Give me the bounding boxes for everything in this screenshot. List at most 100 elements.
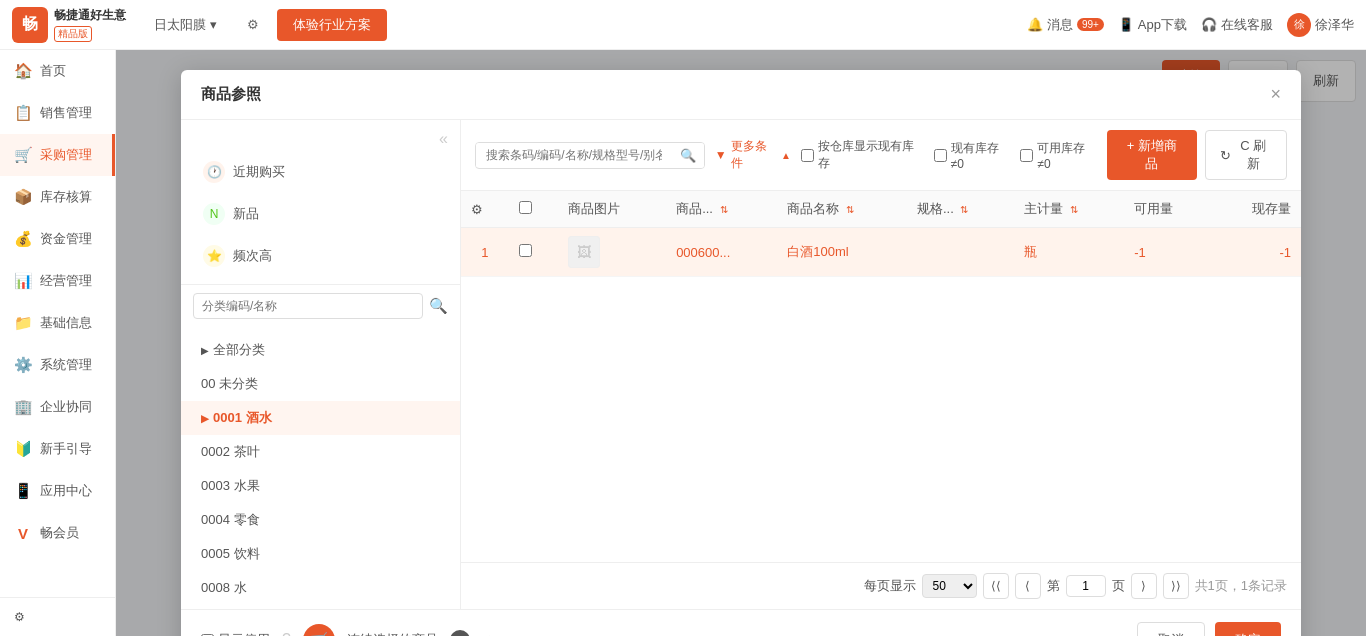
- per-page-select[interactable]: 50 20 100: [922, 574, 977, 598]
- col-checkbox[interactable]: [509, 191, 558, 228]
- product-search-wrap: 🔍: [475, 142, 705, 169]
- cancel-button[interactable]: 取消: [1137, 622, 1205, 636]
- warehouse-checkbox[interactable]: [801, 149, 814, 162]
- cell-code: 000600...: [666, 228, 777, 277]
- frequent-icon: ⭐: [203, 245, 225, 267]
- table-row[interactable]: 1 🖼 000600... 白酒100ml: [461, 228, 1301, 277]
- available-stock-checkbox[interactable]: [1020, 149, 1033, 162]
- cart-icon[interactable]: 🛒: [303, 624, 335, 636]
- category-00[interactable]: 00 未分类: [181, 367, 460, 401]
- purchase-icon: 🛒: [14, 146, 32, 164]
- category-0008[interactable]: 0008 水: [181, 571, 460, 605]
- category-search-input[interactable]: [193, 293, 423, 319]
- page-number-input[interactable]: [1066, 575, 1106, 597]
- help-icon[interactable]: ?: [282, 631, 291, 636]
- sidebar-item-member[interactable]: V 畅会员: [0, 512, 115, 554]
- system-icon: ⚙️: [14, 356, 32, 374]
- product-search-icon[interactable]: 🔍: [672, 143, 704, 168]
- col-settings[interactable]: ⚙: [461, 191, 509, 228]
- col-available: 可用量: [1124, 191, 1212, 228]
- select-all-checkbox[interactable]: [519, 201, 532, 214]
- right-panel: 🔍 ▼ 更多条件 ▲ 按仓库显示现有库存: [461, 120, 1301, 609]
- category-0005[interactable]: 0005 饮料: [181, 537, 460, 571]
- user-menu-button[interactable]: 徐 徐泽华: [1287, 13, 1354, 37]
- settings-icon[interactable]: ⚙: [237, 9, 269, 41]
- next-page-button[interactable]: ⟩: [1131, 573, 1157, 599]
- sidebar-item-home[interactable]: 🏠 首页: [0, 50, 115, 92]
- sidebar-item-guide[interactable]: 🔰 新手引导: [0, 428, 115, 470]
- sidebar-item-label: 首页: [40, 62, 66, 80]
- sort-icon: ⇅: [720, 204, 728, 215]
- online-service-button[interactable]: 🎧 在线客服: [1201, 16, 1273, 34]
- show-disabled-checkbox-label[interactable]: 显示停用: [201, 631, 270, 636]
- modal-close-button[interactable]: ×: [1270, 84, 1281, 105]
- existing-stock-checkbox-label[interactable]: 现有库存≠0: [934, 140, 1011, 171]
- refresh-button[interactable]: ↻ C 刷新: [1205, 130, 1287, 180]
- sidebar: 🏠 首页 📋 销售管理 🛒 采购管理 📦 库存核算 💰 资金管理 📊 经营管理 …: [0, 50, 116, 636]
- sidebar-bottom-settings[interactable]: ⚙: [0, 598, 115, 636]
- pagination: 每页显示 50 20 100 ⟨⟨ ⟨ 第 页 ⟩ ⟩⟩ 共1页，1条: [461, 562, 1301, 609]
- col-name[interactable]: 商品名称 ⇅: [777, 191, 907, 228]
- notifications-button[interactable]: 🔔 消息 99+: [1027, 16, 1104, 34]
- collapse-icon[interactable]: ▲: [482, 631, 498, 636]
- col-code[interactable]: 商品... ⇅: [666, 191, 777, 228]
- sidebar-item-finance[interactable]: 💰 资金管理: [0, 218, 115, 260]
- phone-icon: 📱: [1118, 17, 1134, 32]
- trial-industry-button[interactable]: 体验行业方案: [277, 9, 387, 41]
- app-download-button[interactable]: 📱 App下载: [1118, 16, 1187, 34]
- top-nav: 畅 畅捷通好生意 精品版 日太阳膜 ▾ ⚙ 体验行业方案 🔔 消息 99+ 📱 …: [0, 0, 1366, 50]
- sidebar-item-purchase[interactable]: 🛒 采购管理: [0, 134, 115, 176]
- category-0003[interactable]: 0003 水果: [181, 469, 460, 503]
- sidebar-item-sales[interactable]: 📋 销售管理: [0, 92, 115, 134]
- nav-center: 日太阳膜 ▾ ⚙ 体验行业方案: [142, 9, 1027, 41]
- prev-page-button[interactable]: ⟨: [1015, 573, 1041, 599]
- arrow-icon: ▶: [201, 413, 209, 424]
- sidebar-item-enterprise[interactable]: 🏢 企业协同: [0, 386, 115, 428]
- cell-available: -1: [1124, 228, 1212, 277]
- sidebar-item-system[interactable]: ⚙️ 系统管理: [0, 344, 115, 386]
- add-product-button[interactable]: + 新增商品: [1107, 130, 1196, 180]
- filter-actions: + 新增商品 ↻ C 刷新: [1107, 130, 1287, 180]
- category-0001[interactable]: ▶ 0001 酒水: [181, 401, 460, 435]
- sidebar-item-inventory[interactable]: 📦 库存核算: [0, 176, 115, 218]
- member-icon: V: [14, 524, 32, 542]
- last-page-button[interactable]: ⟩⟩: [1163, 573, 1189, 599]
- warehouse-checkbox-label[interactable]: 按仓库显示现有库存: [801, 138, 924, 172]
- existing-stock-checkbox[interactable]: [934, 149, 947, 162]
- sidebar-item-apps[interactable]: 📱 应用中心: [0, 470, 115, 512]
- col-spec[interactable]: 规格... ⇅: [907, 191, 1014, 228]
- cell-name: 白酒100ml: [777, 228, 907, 277]
- collapse-panel-button[interactable]: «: [439, 130, 448, 148]
- category-0004[interactable]: 0004 零食: [181, 503, 460, 537]
- new-product-item[interactable]: N 新品: [193, 196, 448, 232]
- confirm-button[interactable]: 确定: [1215, 622, 1281, 636]
- logo-icon: 畅: [12, 7, 48, 43]
- arrow-icon: ▶: [201, 345, 209, 356]
- product-search-input[interactable]: [476, 143, 672, 167]
- recent-purchase-item[interactable]: 🕐 近期购买: [193, 154, 448, 190]
- basic-icon: 📁: [14, 314, 32, 332]
- product-reference-modal: 商品参照 × « 🕐 近期购买: [181, 70, 1301, 636]
- category-all[interactable]: ▶ 全部分类: [181, 333, 460, 367]
- row-checkbox[interactable]: [519, 244, 532, 257]
- category-search-icon[interactable]: 🔍: [429, 297, 448, 315]
- first-page-button[interactable]: ⟨⟨: [983, 573, 1009, 599]
- modal-footer: 显示停用 ? 🛒 连续选择的商品 0 ▲ 取消 确定: [181, 609, 1301, 636]
- sidebar-item-label: 畅会员: [40, 524, 79, 542]
- sidebar-item-basic[interactable]: 📁 基础信息: [0, 302, 115, 344]
- operation-icon: 📊: [14, 272, 32, 290]
- sidebar-item-label: 新手引导: [40, 440, 92, 458]
- frequent-item[interactable]: ⭐ 频次高: [193, 238, 448, 274]
- table-header-row: ⚙ 商品图片 商品... ⇅ 商品名称 ⇅: [461, 191, 1301, 228]
- col-unit[interactable]: 主计量 ⇅: [1014, 191, 1124, 228]
- sidebar-item-operation[interactable]: 📊 经营管理: [0, 260, 115, 302]
- sidebar-item-label: 基础信息: [40, 314, 92, 332]
- available-stock-checkbox-label[interactable]: 可用库存≠0: [1020, 140, 1097, 171]
- recent-icon: 🕐: [203, 161, 225, 183]
- more-conditions-button[interactable]: ▼ 更多条件 ▲: [715, 138, 791, 172]
- category-0002[interactable]: 0002 茶叶: [181, 435, 460, 469]
- cell-checkbox[interactable]: [509, 228, 558, 277]
- nav-dropdown-branch[interactable]: 日太阳膜 ▾: [142, 10, 229, 40]
- inventory-icon: 📦: [14, 188, 32, 206]
- main-content: 查询 设置 刷新 商品参照 × «: [116, 50, 1366, 636]
